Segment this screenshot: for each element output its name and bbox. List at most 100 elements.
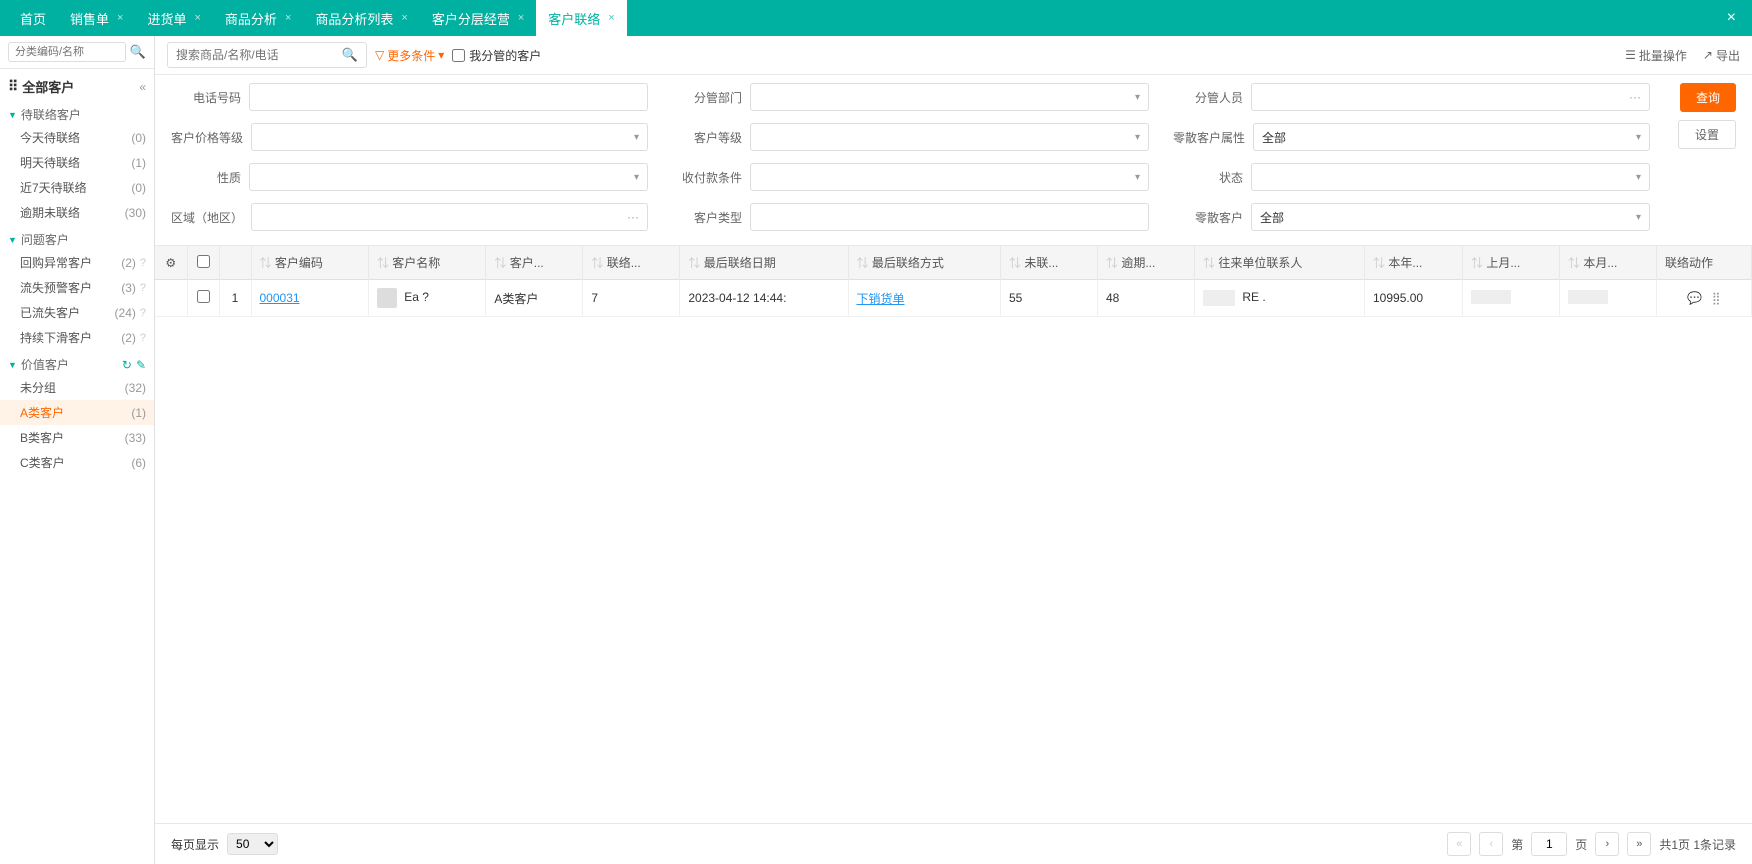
col-this-month[interactable]: ⇅ 本月...	[1559, 246, 1656, 280]
payment-select[interactable]: ▾	[750, 163, 1149, 191]
contact-more-icon[interactable]: ⣿	[1712, 291, 1721, 305]
row-action[interactable]: 💬 ⣿	[1656, 280, 1751, 317]
col-last-contact-date[interactable]: ⇅ 最后联络日期	[680, 246, 848, 280]
select-all-checkbox[interactable]	[197, 255, 210, 268]
col-settings[interactable]: ⚙	[155, 246, 187, 280]
filter-cell-customer-grade: 客户等级 ▾	[672, 123, 1149, 151]
export-button[interactable]: ↗ 导出	[1703, 47, 1740, 64]
col-last-contact-method[interactable]: ⇅ 最后联络方式	[848, 246, 1001, 280]
repeat-abnormal-help-icon[interactable]: ?	[140, 257, 146, 269]
col-this-year[interactable]: ⇅ 本年...	[1365, 246, 1463, 280]
last-page-button[interactable]: »	[1627, 832, 1651, 856]
retail-customer-select[interactable]: 全部 ▾	[1251, 203, 1650, 231]
sidebar-item-class-b[interactable]: B类客户 (33)	[0, 425, 154, 450]
nav-customer-segment[interactable]: 客户分层经营 ×	[420, 0, 536, 36]
sidebar-item-repeat-abnormal[interactable]: 回购异常客户 (2) ?	[0, 250, 154, 275]
region-select[interactable]: ···	[251, 203, 648, 231]
retail-attr-select[interactable]: 全部 ▾	[1253, 123, 1650, 151]
page-number-input[interactable]	[1531, 832, 1567, 856]
sidebar-search-input[interactable]	[8, 42, 126, 62]
manager-more-icon[interactable]: ···	[1629, 90, 1641, 104]
sidebar-group-pending-contact[interactable]: ▼ 待联络客户	[0, 100, 154, 125]
query-button[interactable]: 查询	[1680, 83, 1736, 112]
first-page-button[interactable]: «	[1447, 832, 1471, 856]
nature-select[interactable]: ▾	[249, 163, 648, 191]
sidebar-item-lost-potential[interactable]: 流失预警客户 (3) ?	[0, 275, 154, 300]
row-checkbox[interactable]	[187, 280, 219, 317]
next-page-button[interactable]: ›	[1595, 832, 1619, 856]
sidebar-item-overdue[interactable]: 逾期未联络 (30)	[0, 200, 154, 225]
col-code[interactable]: ⇅ 客户编码	[251, 246, 368, 280]
col-no-contact[interactable]: ⇅ 未联...	[1001, 246, 1098, 280]
contact-chat-icon[interactable]: 💬	[1687, 291, 1702, 305]
nav-purchase[interactable]: 进货单 ×	[135, 0, 212, 36]
row-last-contact-method[interactable]: 下销货单	[848, 280, 1001, 317]
sidebar-item-unclassified[interactable]: 未分组 (32)	[0, 375, 154, 400]
filter-label: 更多条件	[387, 47, 435, 64]
nav-product-analysis-list[interactable]: 商品分析列表 ×	[303, 0, 419, 36]
my-customers-check-input[interactable]	[452, 49, 465, 62]
sidebar-group-problem-customers[interactable]: ▼ 问题客户	[0, 225, 154, 250]
sidebar-item-class-a[interactable]: A类客户 (1)	[0, 400, 154, 425]
col-prev-unit-contact[interactable]: ⇅ 往来单位联系人	[1194, 246, 1364, 280]
sidebar-item-continuous-decline[interactable]: 持续下滑客户 (2) ?	[0, 325, 154, 350]
nav-customer-contact[interactable]: 客户联络 ×	[536, 0, 626, 36]
export-label: 导出	[1716, 47, 1740, 64]
filter-row-2: 客户价格等级 ▾ 客户等级 ▾	[171, 123, 1650, 151]
nav-customer-contact-close[interactable]: ×	[608, 12, 614, 24]
sidebar-item-tomorrow[interactable]: 明天待联络 (1)	[0, 150, 154, 175]
my-customers-checkbox[interactable]: 我分管的客户	[452, 47, 541, 64]
value-customers-refresh-icon[interactable]: ↻	[122, 358, 132, 372]
sidebar-group-value-customers[interactable]: ▼ 价值客户 ↻ ✎	[0, 350, 154, 375]
col-contact[interactable]: ⇅ 联络...	[583, 246, 680, 280]
sidebar-collapse-button[interactable]: «	[139, 80, 146, 94]
region-more-icon[interactable]: ···	[627, 210, 639, 224]
nav-purchase-close[interactable]: ×	[194, 12, 200, 24]
row-name[interactable]: Ea ?	[368, 280, 485, 317]
customer-type-select[interactable]	[750, 203, 1149, 231]
prev-page-button[interactable]: ‹	[1479, 832, 1503, 856]
toolbar-search-input[interactable]	[176, 48, 342, 62]
sort-icon: ⇅	[591, 256, 603, 270]
nav-sales-close[interactable]: ×	[117, 12, 123, 24]
nav-product-analysis-close[interactable]: ×	[285, 12, 291, 24]
nav-customer-segment-close[interactable]: ×	[518, 12, 524, 24]
value-customers-edit-icon[interactable]: ✎	[136, 358, 146, 372]
toolbar-filter-button[interactable]: ▽ 更多条件 ▾	[375, 47, 444, 64]
sort-icon: ⇅	[494, 256, 506, 270]
continuous-decline-help-icon[interactable]: ?	[140, 332, 146, 344]
payment-chevron-icon: ▾	[1135, 172, 1140, 183]
price-grade-select[interactable]: ▾	[251, 123, 648, 151]
nav-product-analysis-list-close[interactable]: ×	[401, 12, 407, 24]
filter-cell-customer-type: 客户类型	[672, 203, 1149, 231]
col-last-month[interactable]: ⇅ 上月...	[1462, 246, 1559, 280]
col-name[interactable]: ⇅ 客户名称	[368, 246, 485, 280]
row-select-checkbox[interactable]	[197, 290, 210, 303]
nav-home[interactable]: 首页	[8, 0, 58, 36]
dept-select[interactable]: ▾	[750, 83, 1149, 111]
col-customer-type[interactable]: ⇅ 客户...	[486, 246, 583, 280]
global-close-button[interactable]: ×	[1719, 9, 1744, 27]
manager-select[interactable]: ···	[1251, 83, 1650, 111]
sidebar-item-lost[interactable]: 已流失客户 (24) ?	[0, 300, 154, 325]
customer-grade-select[interactable]: ▾	[750, 123, 1149, 151]
sidebar-item-week[interactable]: 近7天待联络 (0)	[0, 175, 154, 200]
nav-product-analysis[interactable]: 商品分析 ×	[213, 0, 303, 36]
row-code[interactable]: 000031	[251, 280, 368, 317]
sidebar-item-class-c[interactable]: C类客户 (6)	[0, 450, 154, 475]
page-size-select[interactable]: 50 100 200	[227, 833, 278, 855]
filter-icon: ▽	[375, 48, 384, 62]
settings-button[interactable]: 设置	[1678, 120, 1736, 149]
sidebar-item-today[interactable]: 今天待联络 (0)	[0, 125, 154, 150]
toolbar-search-icon[interactable]: 🔍	[342, 47, 358, 63]
lost-potential-help-icon[interactable]: ?	[140, 282, 146, 294]
phone-input[interactable]	[249, 83, 648, 111]
lost-help-icon[interactable]: ?	[140, 307, 146, 319]
status-select[interactable]: ▾	[1251, 163, 1650, 191]
sidebar-search-icon[interactable]: 🔍	[130, 44, 146, 60]
row-last-month	[1462, 280, 1559, 317]
batch-op-button[interactable]: ☰ 批量操作	[1625, 47, 1687, 64]
nav-customer-segment-label: 客户分层经营	[432, 9, 510, 28]
nav-sales[interactable]: 销售单 ×	[58, 0, 135, 36]
col-overdue[interactable]: ⇅ 逾期...	[1097, 246, 1194, 280]
